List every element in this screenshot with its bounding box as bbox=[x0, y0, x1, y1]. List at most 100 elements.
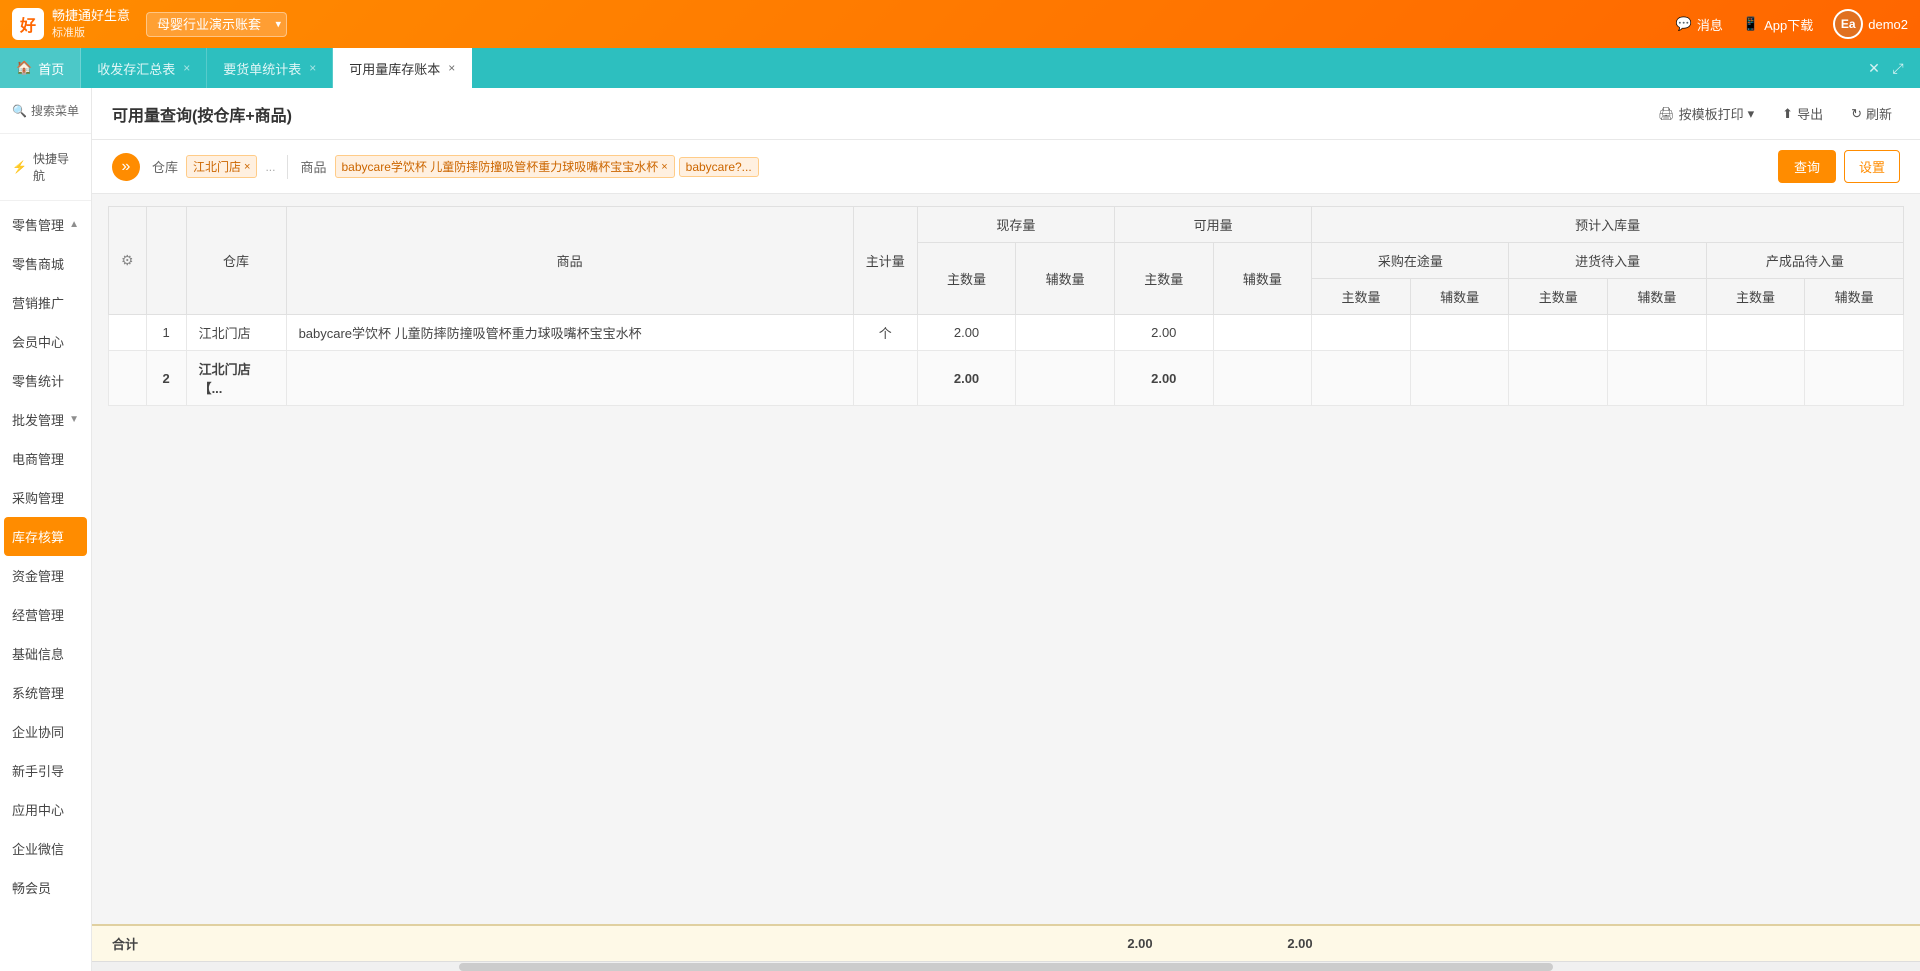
search-menu-label: 搜索菜单 bbox=[31, 102, 79, 119]
sidebar-item-app-center[interactable]: 应用中心 bbox=[4, 790, 87, 829]
logo-sub: 标准版 bbox=[52, 24, 130, 40]
row-2-unit bbox=[853, 351, 917, 406]
refresh-btn[interactable]: ↻ 刷新 bbox=[1843, 100, 1900, 127]
sidebar-item-onboarding[interactable]: 新手引导 bbox=[4, 751, 87, 790]
message-btn[interactable]: 💬 消息 bbox=[1676, 15, 1723, 34]
tab-receive-summary[interactable]: 收发存汇总表 × bbox=[81, 48, 207, 88]
home-icon: 🏠 bbox=[16, 60, 32, 76]
close-window-btn[interactable]: ✕ bbox=[1864, 58, 1884, 78]
sidebar-item-retail-stats[interactable]: 零售统计 bbox=[4, 361, 87, 400]
filter-separator bbox=[287, 155, 288, 179]
table-footer: 合计 2.00 2.00 bbox=[92, 924, 1920, 961]
row-2-stock-aux bbox=[1016, 351, 1115, 406]
warehouse-tags: 江北门店 × bbox=[186, 155, 257, 178]
sidebar-item-system[interactable]: 系统管理 bbox=[4, 673, 87, 712]
row-1-stock-aux bbox=[1016, 315, 1115, 351]
tab-available-stock[interactable]: 可用量库存账本 × bbox=[333, 48, 472, 88]
filter-toggle-btn[interactable]: » bbox=[112, 153, 140, 181]
sidebar-item-enterprise-wechat[interactable]: 企业微信 bbox=[4, 829, 87, 868]
search-menu-btn[interactable]: 🔍 搜索菜单 bbox=[8, 98, 83, 123]
export-btn[interactable]: ⬆ 导出 bbox=[1774, 100, 1831, 127]
row-1-product: babycare学饮杯 儿童防摔防撞吸管杯重力球吸嘴杯宝宝水杯 bbox=[286, 315, 853, 351]
sidebar-search-section: 🔍 搜索菜单 bbox=[0, 88, 91, 134]
tab-available-stock-close[interactable]: × bbox=[448, 61, 455, 75]
row-2-pur-in-aux bbox=[1410, 351, 1509, 406]
table-row: 1 江北门店 babycare学饮杯 儿童防摔防撞吸管杯重力球吸嘴杯宝宝水杯 个… bbox=[109, 315, 1904, 351]
query-button[interactable]: 查询 bbox=[1778, 150, 1836, 183]
product-tag-0[interactable]: babycare学饮杯 儿童防摔防撞吸管杯重力球吸嘴杯宝宝水杯 × bbox=[335, 155, 675, 178]
col-header-gear[interactable]: ⚙ bbox=[109, 207, 147, 315]
row-2-avail-aux bbox=[1213, 351, 1312, 406]
sidebar-item-wholesale-mgmt[interactable]: 批发管理 ▼ bbox=[4, 400, 87, 439]
edition-selector[interactable]: 母婴行业演示账套 bbox=[146, 12, 287, 37]
sidebar-item-quick-nav[interactable]: ⚡ 快捷导航 bbox=[4, 142, 87, 192]
filter-actions: 查询 设置 bbox=[1778, 150, 1900, 183]
sidebar-item-purchase[interactable]: 采购管理 bbox=[4, 478, 87, 517]
sidebar-item-member[interactable]: 畅会员 bbox=[4, 868, 87, 907]
onboarding-label: 新手引导 bbox=[12, 761, 64, 780]
col-header-product: 商品 bbox=[286, 207, 853, 315]
purchase-label: 采购管理 bbox=[12, 488, 64, 507]
warehouse-more-indicator[interactable]: ... bbox=[265, 160, 275, 174]
product-tag-1[interactable]: babycare?... bbox=[679, 157, 759, 177]
table-header-row-1: ⚙ 仓库 商品 主计量 现存量 bbox=[109, 207, 1904, 243]
member-label: 畅会员 bbox=[12, 878, 51, 897]
window-buttons: ✕ ⤢ bbox=[1852, 58, 1920, 78]
sidebar-item-retail-mall[interactable]: 零售商城 bbox=[4, 244, 87, 283]
sidebar-item-ecommerce[interactable]: 电商管理 bbox=[4, 439, 87, 478]
col-header-in-transit-aux: 辅数量 bbox=[1608, 279, 1707, 315]
app-download-btn[interactable]: 📱 App下载 bbox=[1743, 15, 1813, 34]
row-1-warehouse: 江北门店 bbox=[186, 315, 286, 351]
tab-home[interactable]: 🏠 首页 bbox=[0, 48, 81, 88]
settings-button[interactable]: 设置 bbox=[1844, 150, 1900, 183]
sidebar: 🔍 搜索菜单 ⚡ 快捷导航 零售管理 ▲ 零售商城 营销推广 会员中心 bbox=[0, 88, 92, 971]
sidebar-item-retail-mgmt[interactable]: 零售管理 ▲ bbox=[4, 205, 87, 244]
member-center-label: 会员中心 bbox=[12, 332, 64, 351]
tab-order-stats-close[interactable]: × bbox=[309, 61, 316, 75]
quick-nav-label: 快捷导航 bbox=[33, 150, 79, 184]
filter-bar: » 仓库 江北门店 × ... 商品 babycare学饮杯 儿童防摔防撞吸管杯… bbox=[92, 140, 1920, 194]
col-header-avail-main: 主数量 bbox=[1114, 243, 1213, 315]
col-header-prod-in-aux: 辅数量 bbox=[1805, 279, 1904, 315]
product-filter-label: 商品 bbox=[300, 157, 326, 176]
sidebar-item-member-center[interactable]: 会员中心 bbox=[4, 322, 87, 361]
logo-icon: 好 bbox=[12, 8, 44, 40]
tab-available-stock-label: 可用量库存账本 bbox=[349, 59, 440, 78]
horizontal-scrollbar[interactable] bbox=[92, 961, 1920, 971]
warehouse-filter-group: 仓库 江北门店 × ... bbox=[152, 155, 275, 178]
sidebar-item-operations[interactable]: 经营管理 bbox=[4, 595, 87, 634]
sidebar-item-inventory[interactable]: 库存核算 bbox=[4, 517, 87, 556]
sidebar-item-basic-info[interactable]: 基础信息 bbox=[4, 634, 87, 673]
sidebar-item-enterprise-collab[interactable]: 企业协同 bbox=[4, 712, 87, 751]
page-header: 可用量查询(按仓库+商品) 🖨 按模板打印 ▾ ⬆ 导出 ↻ 刷新 bbox=[92, 88, 1920, 140]
row-2-transit-aux bbox=[1608, 351, 1707, 406]
page-actions: 🖨 按模板打印 ▾ ⬆ 导出 ↻ 刷新 bbox=[1650, 100, 1900, 127]
finance-label: 资金管理 bbox=[12, 566, 64, 585]
app-center-label: 应用中心 bbox=[12, 800, 64, 819]
top-bar-right: 💬 消息 📱 App下载 Ea demo2 bbox=[1676, 9, 1908, 39]
wholesale-mgmt-label: 批发管理 bbox=[12, 410, 64, 429]
main-layout: 🔍 搜索菜单 ⚡ 快捷导航 零售管理 ▲ 零售商城 营销推广 会员中心 bbox=[0, 88, 1920, 971]
warehouse-tag-0[interactable]: 江北门店 × bbox=[186, 155, 257, 178]
edition-selector-wrap[interactable]: 母婴行业演示账套 bbox=[146, 12, 287, 37]
tab-order-stats-label: 要货单统计表 bbox=[223, 59, 301, 78]
data-table: ⚙ 仓库 商品 主计量 现存量 bbox=[108, 206, 1904, 406]
warehouse-tag-close[interactable]: × bbox=[244, 161, 250, 173]
print-label: 按模板打印 bbox=[1679, 104, 1744, 123]
sidebar-item-marketing[interactable]: 营销推广 bbox=[4, 283, 87, 322]
expand-window-btn[interactable]: ⤢ bbox=[1888, 58, 1908, 78]
row-2-warehouse: 江北门店【... bbox=[186, 351, 286, 406]
sidebar-item-finance[interactable]: 资金管理 bbox=[4, 556, 87, 595]
print-btn[interactable]: 🖨 按模板打印 ▾ bbox=[1650, 100, 1762, 127]
tab-order-stats[interactable]: 要货单统计表 × bbox=[207, 48, 333, 88]
basic-info-label: 基础信息 bbox=[12, 644, 64, 663]
operations-label: 经营管理 bbox=[12, 605, 64, 624]
product-tag-0-close[interactable]: × bbox=[661, 161, 667, 173]
scroll-thumb[interactable] bbox=[459, 963, 1553, 971]
tab-receive-summary-close[interactable]: × bbox=[183, 61, 190, 75]
row-1-unit: 个 bbox=[853, 315, 917, 351]
user-profile-btn[interactable]: Ea demo2 bbox=[1833, 9, 1908, 39]
table-row: 2 江北门店【... 2.00 2.00 bbox=[109, 351, 1904, 406]
tab-receive-summary-label: 收发存汇总表 bbox=[97, 59, 175, 78]
col-header-prod-in-group: 产成品待入量 bbox=[1706, 243, 1903, 279]
